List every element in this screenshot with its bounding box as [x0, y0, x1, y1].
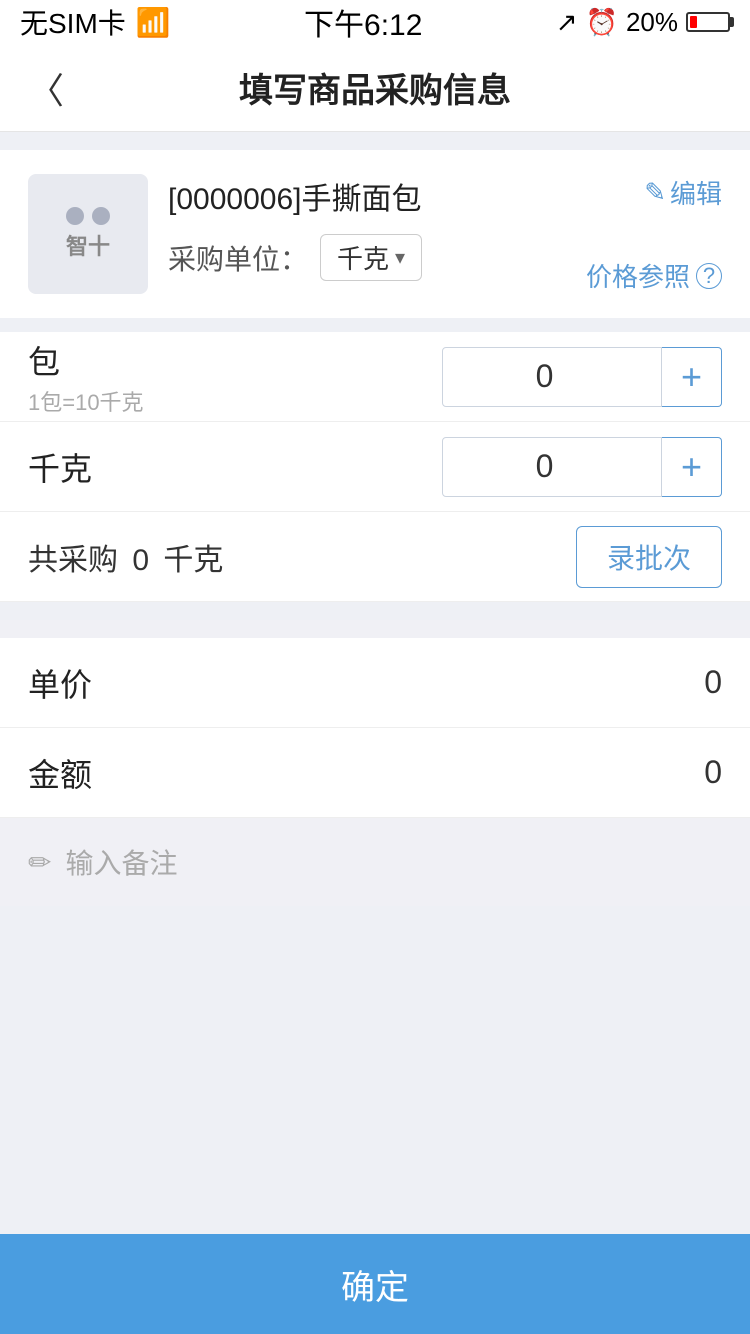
- product-info: [0000006]手撕面包 采购单位： 千克 ▾: [168, 174, 624, 281]
- kg-plus-button[interactable]: +: [662, 437, 722, 497]
- price-ref-label: 价格参照: [586, 257, 690, 294]
- summary-value: 0: [132, 544, 149, 577]
- bag-sublabel: 1包=10千克: [28, 385, 188, 417]
- unit-price-row: 单价 0: [0, 638, 750, 728]
- summary-text: 共采购 0 千克: [28, 535, 576, 579]
- owl-logo: 智十: [66, 207, 110, 261]
- page-title: 填写商品采购信息: [239, 63, 511, 112]
- product-thumbnail: 智十: [28, 174, 148, 294]
- wifi-icon: 📶: [136, 6, 171, 39]
- note-placeholder-text: 输入备注: [65, 842, 177, 882]
- price-section: 单价 0 金额 0: [0, 638, 750, 818]
- owl-eye-right: [92, 207, 110, 225]
- unit-price-value: 0: [704, 664, 722, 701]
- product-card: 智十 [0000006]手撕面包 采购单位： 千克 ▾ ✎ 编辑 价: [0, 150, 750, 318]
- quantity-section: 包 1包=10千克 + 千克 +: [0, 332, 750, 512]
- price-ref-help-icon: ?: [696, 263, 722, 289]
- unit-value: 千克: [337, 239, 389, 276]
- record-batch-button[interactable]: 录批次: [576, 526, 722, 588]
- product-name: [0000006]手撕面包: [168, 174, 624, 218]
- back-button[interactable]: 〈: [28, 62, 64, 114]
- battery-icon: [686, 12, 730, 32]
- edit-icon: ✎: [644, 177, 666, 208]
- quantity-row-bag: 包 1包=10千克 +: [0, 332, 750, 422]
- empty-area: [0, 906, 750, 1266]
- unit-selector[interactable]: 千克 ▾: [320, 234, 422, 281]
- status-left: 无SIM卡 📶: [20, 2, 171, 42]
- bag-quantity-input[interactable]: [442, 347, 662, 407]
- unit-dropdown-arrow: ▾: [395, 245, 405, 270]
- bag-plus-button[interactable]: +: [662, 347, 722, 407]
- product-right-actions: ✎ 编辑 价格参照 ?: [644, 174, 722, 264]
- section-divider-price: [0, 602, 750, 620]
- quantity-row-kg: 千克 +: [0, 422, 750, 512]
- owl-text: 智十: [66, 229, 110, 261]
- edit-label: 编辑: [670, 174, 722, 211]
- amount-label: 金额: [28, 750, 704, 796]
- kg-label: 千克: [28, 444, 188, 490]
- status-time: 下午6:12: [304, 0, 422, 44]
- status-bar: 无SIM卡 📶 下午6:12 ↗ ⏰ 20%: [0, 0, 750, 44]
- nav-bar: 〈 填写商品采购信息: [0, 44, 750, 132]
- bag-label: 包: [28, 337, 188, 383]
- summary-unit: 千克: [163, 544, 223, 577]
- note-section[interactable]: ✏ 输入备注: [0, 818, 750, 906]
- amount-row: 金额 0: [0, 728, 750, 818]
- kg-quantity-input[interactable]: [442, 437, 662, 497]
- battery-label: 20%: [626, 7, 678, 38]
- section-divider-top: [0, 132, 750, 150]
- section-divider-mid: [0, 318, 750, 332]
- summary-row: 共采购 0 千克 录批次: [0, 512, 750, 602]
- product-unit-row: 采购单位： 千克 ▾: [168, 234, 624, 281]
- pencil-icon: ✏: [28, 846, 51, 879]
- alarm-icon: ⏰: [586, 7, 618, 38]
- confirm-button-label: 确定: [341, 1260, 409, 1309]
- unit-price-label: 单价: [28, 660, 704, 706]
- confirm-bar[interactable]: 确定: [0, 1234, 750, 1334]
- carrier-label: 无SIM卡: [20, 2, 126, 42]
- amount-value: 0: [704, 754, 722, 791]
- unit-label-text: 采购单位：: [168, 238, 308, 278]
- edit-button[interactable]: ✎ 编辑: [644, 174, 722, 211]
- owl-eye-left: [66, 207, 84, 225]
- summary-prefix: 共采购: [28, 544, 118, 577]
- location-icon: ↗: [556, 7, 578, 38]
- status-right: ↗ ⏰ 20%: [556, 7, 730, 38]
- price-ref-button[interactable]: 价格参照 ?: [586, 257, 722, 294]
